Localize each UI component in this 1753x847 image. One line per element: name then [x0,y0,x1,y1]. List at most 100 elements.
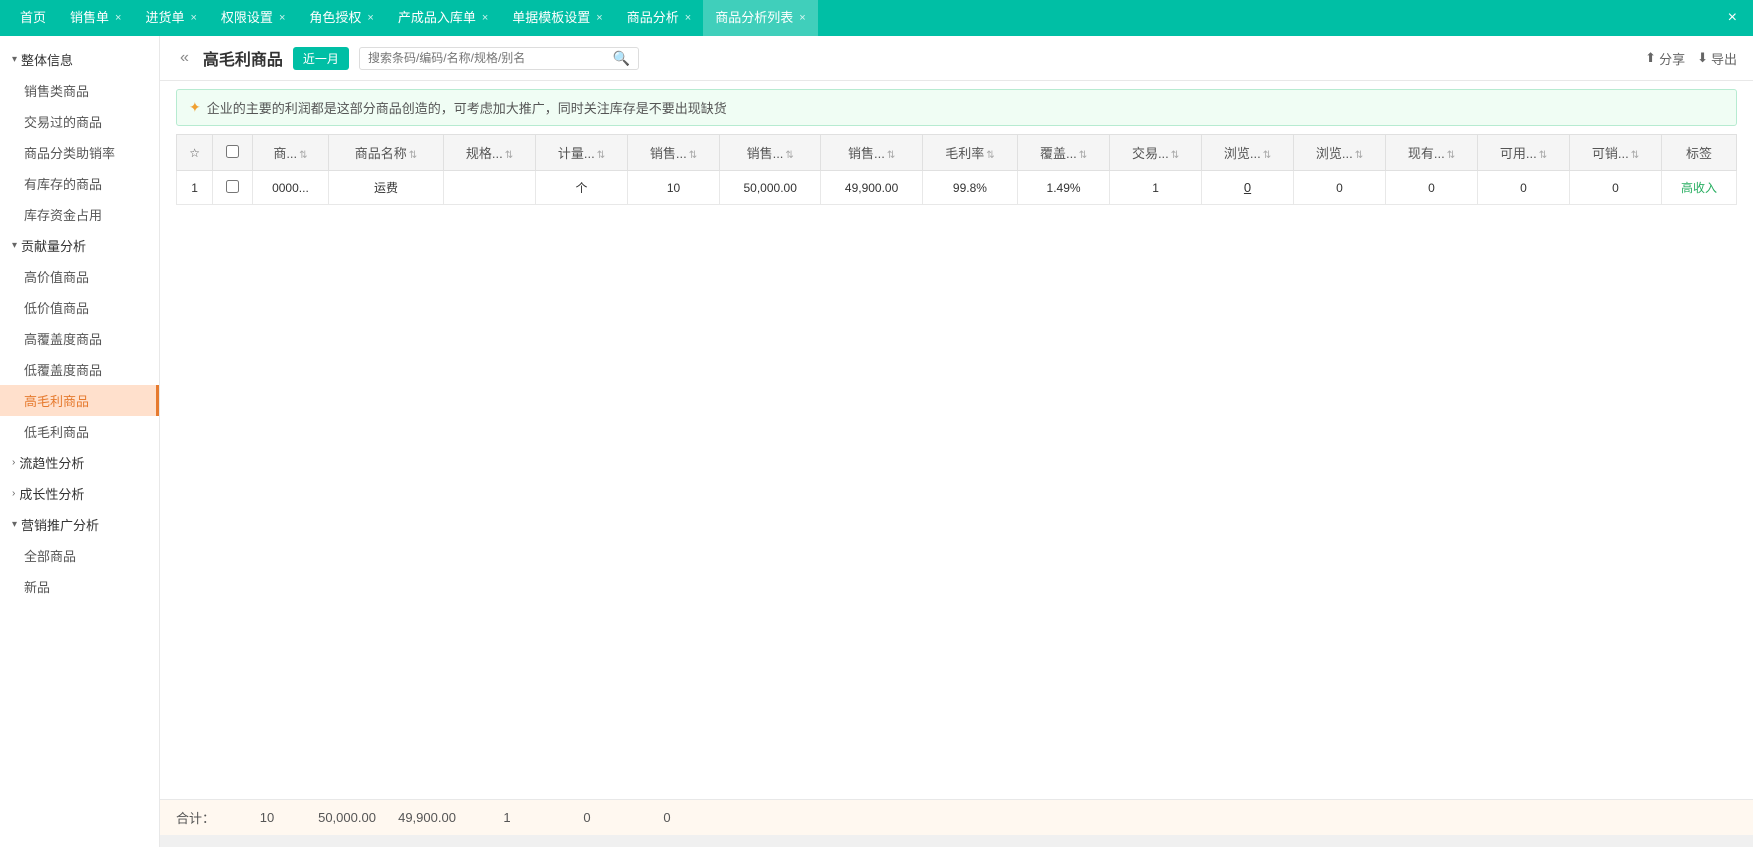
col-sales-qty[interactable]: 销售...⇅ [628,135,720,171]
footer-saleable: 0 [627,810,707,825]
export-button[interactable]: ⬇ 导出 [1697,49,1737,68]
col-browse1[interactable]: 浏览...⇅ [1202,135,1294,171]
close-template-icon[interactable]: × [596,0,602,36]
cell-checkbox[interactable] [213,171,253,205]
sidebar-group-flow[interactable]: › 流趋性分析 [0,447,159,478]
horizontal-scrollbar[interactable] [160,835,1753,847]
period-button[interactable]: 近一月 [293,47,349,70]
cell-index: 1 [177,171,213,205]
footer-sales-qty: 10 [227,810,307,825]
col-name[interactable]: 商品名称⇅ [328,135,443,171]
col-coverage[interactable]: 覆盖...⇅ [1018,135,1110,171]
sidebar-item-capital-usage[interactable]: 库存资金占用 [0,199,159,230]
col-spec[interactable]: 规格...⇅ [444,135,536,171]
close-finished-icon[interactable]: × [482,0,488,36]
data-table: ☆ 商...⇅ 商品名称⇅ 规格...⇅ 计量...⇅ 销售...⇅ 销售...… [176,134,1737,205]
col-sales-amount[interactable]: 销售...⇅ [720,135,821,171]
browse1-link[interactable]: 0 [1244,180,1251,195]
sidebar-item-low-coverage[interactable]: 低覆盖度商品 [0,354,159,385]
collapse-sidebar-button[interactable]: « [176,49,193,67]
nav-finished-goods[interactable]: 产成品入库单 × [386,0,500,36]
col-checkbox[interactable] [213,135,253,171]
sort-margin-icon: ⇅ [986,150,994,161]
info-icon: ✦ [189,99,201,116]
sidebar-group-overall[interactable]: ▾ 整体信息 [0,44,159,75]
search-input[interactable] [368,51,613,65]
col-available-stock[interactable]: 可用...⇅ [1478,135,1570,171]
cell-spec [444,171,536,205]
col-saleable-stock[interactable]: 可销...⇅ [1569,135,1661,171]
sort-current-icon: ⇅ [1447,150,1455,161]
nav-role-auth[interactable]: 角色授权 × [297,0,385,36]
col-margin-rate[interactable]: 毛利率⇅ [922,135,1017,171]
cell-current-stock: 0 [1386,171,1478,205]
sidebar-item-low-margin[interactable]: 低毛利商品 [0,416,159,447]
sidebar-item-low-value[interactable]: 低价值商品 [0,292,159,323]
footer-label: 合计： [176,808,215,827]
col-browse2[interactable]: 浏览...⇅ [1294,135,1386,171]
close-permission-icon[interactable]: × [279,0,285,36]
col-tag[interactable]: 标签 [1661,135,1736,171]
close-sales-order-icon[interactable]: × [115,0,121,36]
sidebar-item-new-goods[interactable]: 新品 [0,571,159,602]
close-analysis-list-icon[interactable]: × [799,0,805,36]
sort-browse2-icon: ⇅ [1355,150,1363,161]
sidebar-item-high-coverage[interactable]: 高覆盖度商品 [0,323,159,354]
sidebar-item-stocked-goods[interactable]: 有库存的商品 [0,168,159,199]
nav-analysis-list[interactable]: 商品分析列表 × [703,0,817,36]
sort-saleable-icon: ⇅ [1631,150,1639,161]
footer-sales-profit: 49,900.00 [387,810,467,825]
cell-sales-amount: 50,000.00 [720,171,821,205]
share-button[interactable]: ⬆ 分享 [1645,49,1685,68]
col-current-stock[interactable]: 现有...⇅ [1386,135,1478,171]
close-purchase-order-icon[interactable]: × [190,0,196,36]
cell-name: 运费 [328,171,443,205]
nav-purchase-order[interactable]: 进货单 × [133,0,208,36]
cell-sales-profit: 49,900.00 [821,171,922,205]
cell-code: 0000... [252,171,328,205]
cell-coverage: 1.49% [1018,171,1110,205]
sidebar-item-category-rate[interactable]: 商品分类助销率 [0,137,159,168]
sidebar: ▾ 整体信息 销售类商品 交易过的商品 商品分类助销率 有库存的商品 库存资金占… [0,36,160,847]
close-analysis-icon[interactable]: × [685,0,691,36]
search-icon[interactable]: 🔍 [613,50,630,67]
col-sales-profit[interactable]: 销售...⇅ [821,135,922,171]
sidebar-item-all-goods[interactable]: 全部商品 [0,540,159,571]
nav-permission-setting[interactable]: 权限设置 × [209,0,297,36]
sidebar-group-contribution[interactable]: ▾ 贡献量分析 [0,230,159,261]
info-banner: ✦ 企业的主要的利润都是这部分商品创造的，可考虑加大推广，同时关注库存是不要出现… [176,89,1737,126]
nav-sales-order[interactable]: 销售单 × [58,0,133,36]
sidebar-group-growth[interactable]: › 成长性分析 [0,478,159,509]
select-all-checkbox[interactable] [226,145,239,158]
nav-product-analysis[interactable]: 商品分析 × [615,0,703,36]
nav-home[interactable]: 首页 [8,0,58,36]
col-star[interactable]: ☆ [177,135,213,171]
cell-transaction: 1 [1110,171,1202,205]
sidebar-group-marketing[interactable]: ▾ 营销推广分析 [0,509,159,540]
content-area: « 高毛利商品 近一月 🔍 ⬆ 分享 ⬇ 导出 ✦ 企业的主要的利润都是这部 [160,36,1753,847]
window-close-button[interactable]: × [1720,9,1745,27]
cell-sales-qty: 10 [628,171,720,205]
cell-browse2: 0 [1294,171,1386,205]
col-code[interactable]: 商...⇅ [252,135,328,171]
sidebar-item-sales-goods[interactable]: 销售类商品 [0,75,159,106]
close-role-icon[interactable]: × [367,0,373,36]
sidebar-item-traded-goods[interactable]: 交易过的商品 [0,106,159,137]
sort-browse1-icon: ⇅ [1263,150,1271,161]
header-actions: ⬆ 分享 ⬇ 导出 [1645,49,1737,68]
sort-profit-icon: ⇅ [887,150,895,161]
sort-name-icon: ⇅ [409,150,417,161]
export-icon: ⬇ [1697,50,1708,66]
col-transaction[interactable]: 交易...⇅ [1110,135,1202,171]
sidebar-item-high-margin[interactable]: 高毛利商品 [0,385,159,416]
col-unit[interactable]: 计量...⇅ [536,135,628,171]
row-checkbox[interactable] [226,180,239,193]
sidebar-item-high-value[interactable]: 高价值商品 [0,261,159,292]
sort-unit-icon: ⇅ [597,150,605,161]
arrow-flow-icon: › [12,457,15,468]
arrow-marketing-icon: ▾ [12,519,17,530]
footer-sales-amount: 50,000.00 [307,810,387,825]
nav-template-setting[interactable]: 单据模板设置 × [500,0,614,36]
cell-browse1[interactable]: 0 [1202,171,1294,205]
table-header-row: ☆ 商...⇅ 商品名称⇅ 规格...⇅ 计量...⇅ 销售...⇅ 销售...… [177,135,1737,171]
